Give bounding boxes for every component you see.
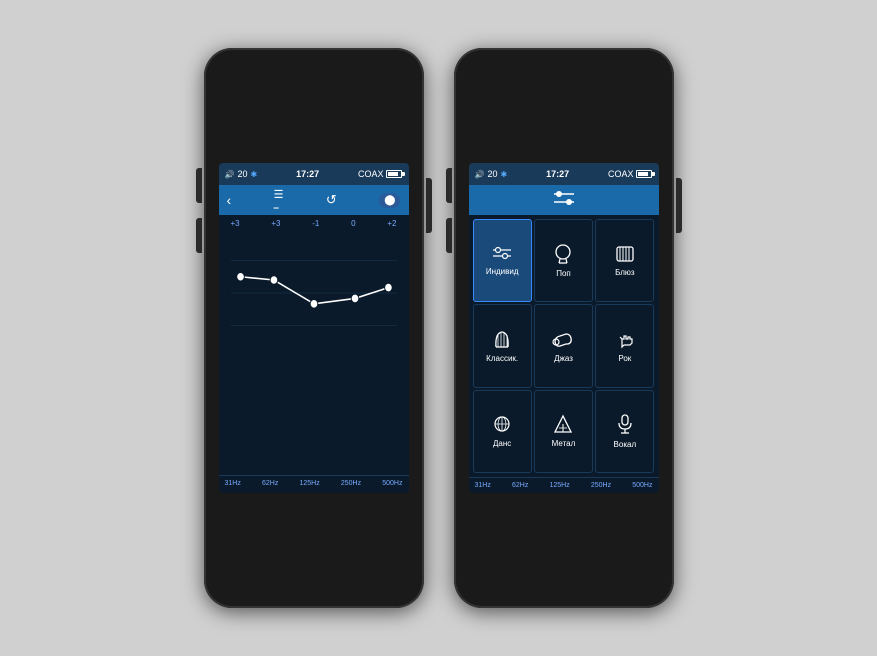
- screen-1: 🔊 20 ✱ 17:27 COAX ‹ ☰═ ↺ ⬤ +3 +3: [219, 163, 409, 493]
- genre-label-dance: Данс: [493, 439, 511, 448]
- status-left-2: 🔊 20 ✱: [475, 169, 508, 179]
- eq-graph[interactable]: [231, 228, 397, 358]
- genre-classic[interactable]: Классик.: [473, 304, 532, 387]
- battery-icon-1: [386, 170, 402, 178]
- genre-label-rock: Рок: [618, 354, 631, 363]
- eq-val-3: -1: [312, 219, 319, 228]
- freq2-4: 250Hz: [591, 482, 611, 489]
- eq-toolbar: ‹ ☰═ ↺ ⬤: [219, 185, 409, 215]
- status-bar-1: 🔊 20 ✱ 17:27 COAX: [219, 163, 409, 185]
- genre-rock[interactable]: Рок: [595, 304, 654, 387]
- source-label-1: COAX: [358, 169, 384, 179]
- genre-label-jazz: Джаз: [554, 354, 573, 363]
- metal-icon: [552, 414, 574, 437]
- side-button-right[interactable]: [426, 178, 432, 233]
- time-display-1: 17:27: [296, 169, 319, 179]
- vocal-icon: [614, 413, 636, 438]
- volume-icon: 🔊: [225, 170, 235, 179]
- source-label-2: COAX: [608, 169, 634, 179]
- genre-label-vocal: Вокал: [614, 440, 637, 449]
- side-button-right-2[interactable]: [676, 178, 682, 233]
- genre-individ[interactable]: Индивид: [473, 219, 532, 302]
- freq-3: 125Hz: [299, 480, 319, 487]
- battery-icon-2: [636, 170, 652, 178]
- time-display-2: 17:27: [546, 169, 569, 179]
- genre-vocal[interactable]: Вокал: [595, 390, 654, 473]
- pop-icon: [552, 244, 574, 267]
- eq-content: +3 +3 -1 0 +2: [219, 215, 409, 493]
- genre-pop[interactable]: Поп: [534, 219, 593, 302]
- freq-4: 250Hz: [341, 480, 361, 487]
- volume-icon-2: 🔊: [475, 170, 485, 179]
- freq-bar-2: 31Hz 62Hz 125Hz 250Hz 500Hz: [469, 477, 659, 493]
- toggle-switch[interactable]: ⬤: [379, 193, 400, 208]
- blues-icon: [614, 245, 636, 266]
- bluetooth-icon: ✱: [250, 170, 257, 179]
- reset-button[interactable]: ↺: [326, 192, 337, 208]
- genre-label-metal: Метал: [552, 439, 576, 448]
- battery-fill-2: [638, 172, 648, 176]
- genre-grid: Индивид Поп: [469, 215, 659, 477]
- freq-5: 500Hz: [382, 480, 402, 487]
- genre-dance[interactable]: Данс: [473, 390, 532, 473]
- eq-val-2: +3: [271, 219, 280, 228]
- genre-label-blues: Блюз: [615, 268, 635, 277]
- eq-val-4: 0: [351, 219, 355, 228]
- status-left-1: 🔊 20 ✱: [225, 169, 258, 179]
- genre-label-individ: Индивид: [486, 267, 519, 276]
- eq-val-5: +2: [387, 219, 396, 228]
- back-button[interactable]: ‹: [227, 192, 232, 208]
- status-bar-2: 🔊 20 ✱ 17:27 COAX: [469, 163, 659, 185]
- device-2: 🔊 20 ✱ 17:27 COAX: [454, 48, 674, 608]
- genre-blues[interactable]: Блюз: [595, 219, 654, 302]
- jazz-icon: [552, 329, 574, 352]
- eq-db-labels: +3 +3 -1 0 +2: [227, 215, 401, 228]
- volume-value-2: 20: [487, 169, 497, 179]
- eq-menu-icon[interactable]: ☰═: [274, 188, 284, 213]
- genre-jazz[interactable]: Джаз: [534, 304, 593, 387]
- dance-icon: [491, 414, 513, 437]
- genre-header-icon: [549, 188, 579, 213]
- screen-2: 🔊 20 ✱ 17:27 COAX: [469, 163, 659, 493]
- genre-header: [469, 185, 659, 215]
- genre-metal[interactable]: Метал: [534, 390, 593, 473]
- freq2-1: 31Hz: [475, 482, 491, 489]
- classic-icon: [491, 329, 513, 352]
- genre-label-classic: Классик.: [486, 354, 518, 363]
- freq2-3: 125Hz: [549, 482, 569, 489]
- freq2-2: 62Hz: [512, 482, 528, 489]
- eq-val-1: +3: [231, 219, 240, 228]
- individ-icon: [491, 246, 513, 265]
- device-1: 🔊 20 ✱ 17:27 COAX ‹ ☰═ ↺ ⬤ +3 +3: [204, 48, 424, 608]
- volume-value: 20: [237, 169, 247, 179]
- freq-1: 31Hz: [225, 480, 241, 487]
- status-right-2: COAX: [608, 169, 653, 179]
- rock-icon: [614, 329, 636, 352]
- freq-2: 62Hz: [262, 480, 278, 487]
- freq2-5: 500Hz: [632, 482, 652, 489]
- status-right-1: COAX: [358, 169, 403, 179]
- battery-fill-1: [388, 172, 398, 176]
- genre-label-pop: Поп: [556, 269, 571, 278]
- bluetooth-icon-2: ✱: [500, 170, 507, 179]
